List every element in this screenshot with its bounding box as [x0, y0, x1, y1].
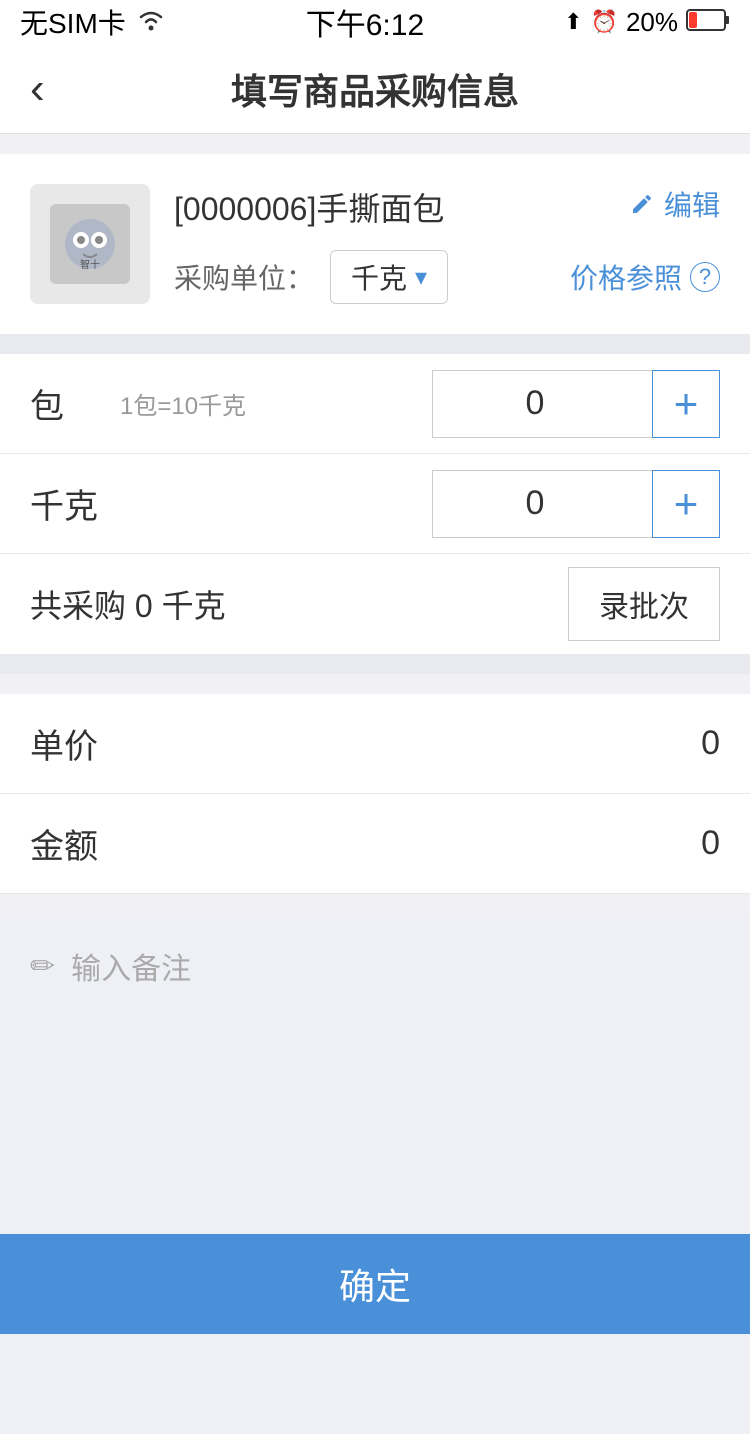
- edit-button[interactable]: 编辑: [630, 184, 720, 224]
- kg-quantity-input[interactable]: [432, 470, 652, 538]
- bag-sublabel: 1包=10千克: [120, 386, 246, 421]
- location-icon: ⬆: [564, 9, 582, 35]
- product-info: [0000006]手撕面包 编辑 采购单位： 千克 ▾ 价格参照 ?: [174, 184, 720, 304]
- carrier-text: 无SIM卡: [20, 2, 126, 42]
- kg-label: 千克: [30, 479, 110, 528]
- total-label: 共采购 0 千克: [30, 581, 226, 627]
- kg-input-right: +: [432, 470, 720, 538]
- status-bar: 无SIM卡 下午6:12 ⬆ ⏰ 20%: [0, 0, 750, 44]
- remark-section[interactable]: ✏ 输入备注: [0, 914, 750, 1034]
- bag-input-row: 包 1包=10千克 +: [0, 354, 750, 454]
- pencil-icon: ✏: [30, 949, 55, 984]
- amount-label: 金额: [30, 819, 98, 868]
- kg-input-row: 千克 +: [0, 454, 750, 554]
- remark-placeholder: 输入备注: [71, 944, 191, 988]
- alarm-icon: ⏰: [591, 9, 618, 35]
- unit-select[interactable]: 千克 ▾: [330, 250, 448, 304]
- unit-price-row: 单价 0: [0, 694, 750, 794]
- purchase-unit-row: 采购单位： 千克 ▾ 价格参照 ?: [174, 250, 720, 304]
- product-logo: 智十: [50, 204, 130, 284]
- status-right: ⬆ ⏰ 20%: [564, 7, 730, 38]
- status-time: 下午6:12: [306, 0, 424, 44]
- amount-value: 0: [701, 824, 720, 863]
- bag-plus-button[interactable]: +: [652, 370, 720, 438]
- product-card: 智十 [0000006]手撕面包 编辑 采购单位： 千克 ▾ 价格参照: [0, 154, 750, 334]
- battery-icon: [686, 7, 730, 38]
- input-section: 包 1包=10千克 + 千克 +: [0, 354, 750, 554]
- bag-input-right: +: [432, 370, 720, 438]
- battery-pct: 20%: [626, 7, 678, 38]
- confirm-button-label: 确定: [339, 1258, 411, 1310]
- amount-row: 金额 0: [0, 794, 750, 894]
- unit-price-label: 单价: [30, 719, 98, 768]
- kg-plus-button[interactable]: +: [652, 470, 720, 538]
- unit-price-value: 0: [701, 724, 720, 763]
- bag-quantity-input[interactable]: [432, 370, 652, 438]
- batch-button[interactable]: 录批次: [568, 567, 720, 641]
- product-header: [0000006]手撕面包 编辑: [174, 184, 720, 230]
- section-separator-1: [0, 334, 750, 354]
- price-section: 单价 0 金额 0: [0, 694, 750, 894]
- confirm-button[interactable]: 确定: [0, 1234, 750, 1334]
- bag-label: 包: [30, 379, 110, 428]
- wifi-icon: [136, 6, 166, 38]
- section-separator-2: [0, 654, 750, 674]
- purchase-unit-label: 采购单位：: [174, 257, 314, 297]
- nav-bar: ‹ 填写商品采购信息: [0, 44, 750, 134]
- product-name: [0000006]手撕面包: [174, 184, 444, 230]
- remark-inner: ✏ 输入备注: [30, 944, 720, 988]
- status-left: 无SIM卡: [20, 2, 166, 42]
- back-button[interactable]: ‹: [30, 64, 45, 114]
- page-title: 填写商品采购信息: [231, 63, 519, 115]
- price-ref-button[interactable]: 价格参照 ?: [570, 257, 720, 297]
- svg-text:智十: 智十: [80, 258, 100, 271]
- total-row: 共采购 0 千克 录批次: [0, 554, 750, 654]
- product-thumbnail: 智十: [30, 184, 150, 304]
- price-ref-icon[interactable]: ?: [690, 262, 720, 292]
